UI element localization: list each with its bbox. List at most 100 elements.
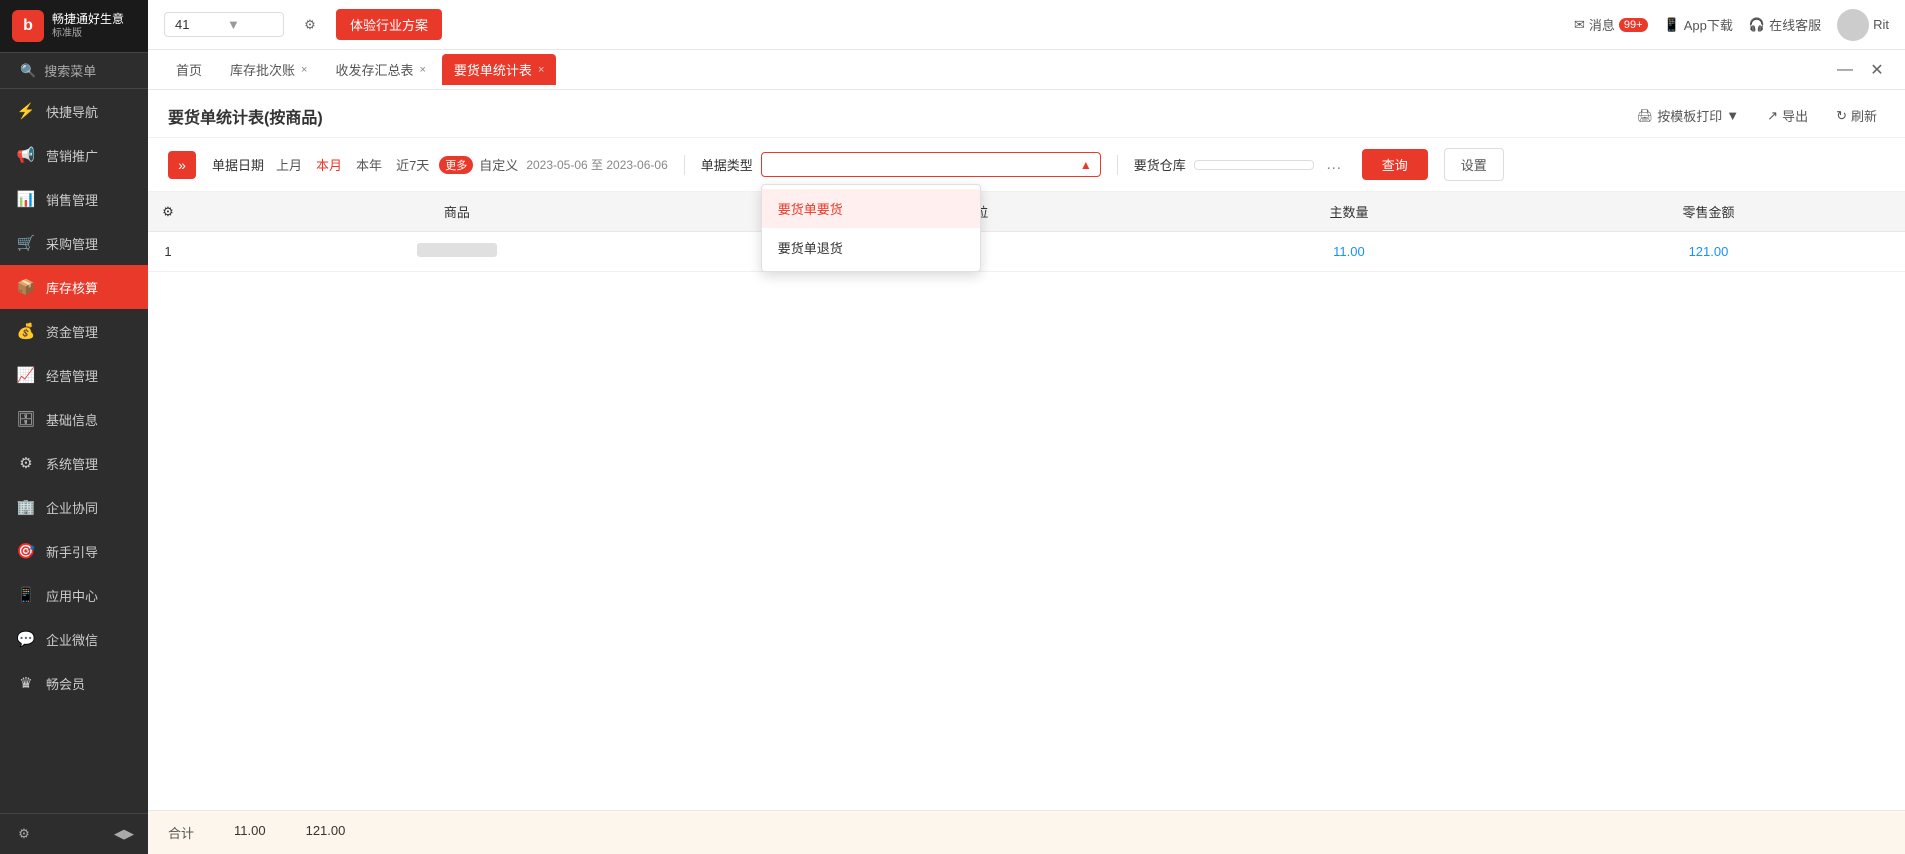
sidebar-item-appstore[interactable]: 📱应用中心 [0, 573, 148, 617]
date-filter-group: 单据日期 上月 本月 本年 近7天 更多 自定义 2023-05-06 至 20… [212, 153, 668, 176]
sales-icon: 📊 [16, 189, 36, 209]
date-range-text: 2023-05-06 至 2023-06-06 [526, 156, 667, 173]
refresh-btn[interactable]: ↻ 刷新 [1828, 102, 1885, 129]
logo-icon: b [12, 10, 44, 42]
shortcut-this-year[interactable]: 本年 [352, 153, 386, 176]
col-product: 商品 [188, 192, 726, 232]
user-name: Rit [1873, 17, 1889, 32]
headset-icon: 🎧 [1749, 17, 1765, 33]
table-footer: 合计 11.00 121.00 [148, 810, 1905, 854]
search-label: 搜索菜单 [44, 61, 96, 80]
setting-btn[interactable]: 设置 [1444, 148, 1504, 181]
custom-date-btn[interactable]: 自定义 [479, 155, 518, 174]
search-menu-item[interactable]: 🔍 搜索菜单 [0, 53, 148, 89]
messages-icon: ✉ [1574, 17, 1585, 33]
print-label: 按模板打印 [1657, 106, 1722, 125]
sidebar: b 畅捷通好生意 标准版 🔍 搜索菜单 ⚡快捷导航📢营销推广📊销售管理🛒采购管理… [0, 0, 148, 854]
footer-quantity-value: 11.00 [234, 823, 266, 842]
more-dates-badge[interactable]: 更多 [439, 156, 473, 174]
marketing-icon: 📢 [16, 145, 36, 165]
guide-icon: 🎯 [16, 541, 36, 561]
user-item[interactable]: Rit [1837, 9, 1889, 41]
tab-receive-summary[interactable]: 收发存汇总表 × [323, 54, 437, 85]
print-template-btn[interactable]: 🖨 按模板打印 ▼ [1629, 102, 1747, 129]
page-header: 要货单统计表(按商品) 🖨 按模板打印 ▼ ↗ 导出 ↻ 刷新 [148, 90, 1905, 137]
tab-receive-summary-close[interactable]: × [419, 64, 425, 76]
col-settings[interactable]: ⚙ [148, 192, 188, 232]
type-input-wrapper[interactable]: ▲ [761, 152, 1101, 177]
inventory-label: 库存核算 [46, 278, 98, 297]
member-label: 畅会员 [46, 674, 85, 693]
table-container: ⚙ 商品 主计量单位 主数量 零售金额 1 块 11.00 121.00 [148, 192, 1905, 810]
sidebar-item-system[interactable]: ⚙系统管理 [0, 441, 148, 485]
quick-nav-icon: ⚡ [16, 101, 36, 121]
guide-label: 新手引导 [46, 542, 98, 561]
shortcut-7days[interactable]: 近7天 [392, 153, 433, 176]
sidebar-item-basic[interactable]: 🗄基础信息 [0, 397, 148, 441]
industry-btn[interactable]: 体验行业方案 [336, 9, 442, 40]
sidebar-item-sales[interactable]: 📊销售管理 [0, 177, 148, 221]
warehouse-input[interactable] [1194, 160, 1314, 170]
cell-amount[interactable]: 121.00 [1512, 232, 1905, 272]
account-selector[interactable]: 41 ▼ [164, 12, 284, 37]
account-value: 41 [175, 17, 221, 32]
sidebar-item-enterprise[interactable]: 🏢企业协同 [0, 485, 148, 529]
topbar-right: ✉ 消息 99+ 📱 App下载 🎧 在线客服 Rit [1574, 9, 1889, 41]
dropdown-item-request[interactable]: 要货单要货 [762, 189, 980, 228]
footer-quantity: 11.00 [234, 823, 266, 842]
app-download-item[interactable]: 📱 App下载 [1664, 15, 1733, 34]
tab-close-all-btn[interactable]: ✕ [1865, 58, 1889, 82]
tab-minimize-btn[interactable]: — [1833, 58, 1857, 82]
enterprise-icon: 🏢 [16, 497, 36, 517]
cell-no: 1 [148, 232, 188, 272]
footer-label: 合计 [168, 823, 194, 842]
tab-inventory-batch[interactable]: 库存批次账 × [218, 54, 319, 85]
type-input[interactable] [770, 157, 1080, 172]
shortcut-this-month[interactable]: 本月 [312, 153, 346, 176]
purchase-label: 采购管理 [46, 234, 98, 253]
refresh-label: 刷新 [1851, 106, 1877, 125]
system-icon: ⚙ [16, 453, 36, 473]
export-label: 导出 [1782, 106, 1808, 125]
tab-order-stats-label: 要货单统计表 [454, 60, 532, 79]
sidebar-item-marketing[interactable]: 📢营销推广 [0, 133, 148, 177]
sidebar-logo: b 畅捷通好生意 标准版 [0, 0, 148, 53]
cell-product [188, 232, 726, 272]
sidebar-item-guide[interactable]: 🎯 新手引导 [0, 529, 148, 573]
shortcut-prev-month[interactable]: 上月 [272, 153, 306, 176]
tabs-bar: 首页 库存批次账 × 收发存汇总表 × 要货单统计表 × — ✕ [148, 50, 1905, 90]
sidebar-item-purchase[interactable]: 🛒采购管理 [0, 221, 148, 265]
tab-home[interactable]: 首页 [164, 54, 214, 85]
topbar: 41 ▼ ⚙ 体验行业方案 ✉ 消息 99+ 📱 App下载 🎧 在线客服 R [148, 0, 1905, 50]
sidebar-item-operations[interactable]: 📈经营管理 [0, 353, 148, 397]
online-service-item[interactable]: 🎧 在线客服 [1749, 15, 1821, 34]
tab-order-stats[interactable]: 要货单统计表 × [442, 54, 556, 85]
sidebar-item-member[interactable]: ♛畅会员 [0, 661, 148, 705]
sidebar-item-quick-nav[interactable]: ⚡快捷导航 [0, 89, 148, 133]
tab-order-stats-close[interactable]: × [538, 64, 544, 76]
dropdown-item-return[interactable]: 要货单退货 [762, 228, 980, 267]
settings-icon[interactable]: ⚙ [14, 824, 34, 844]
cell-quantity[interactable]: 11.00 [1186, 232, 1512, 272]
print-icon: 🖨 [1637, 108, 1654, 124]
tab-home-label: 首页 [176, 60, 202, 79]
sidebar-item-finance[interactable]: 💰资金管理 [0, 309, 148, 353]
page-title: 要货单统计表(按商品) [168, 104, 323, 128]
filter-divider-1 [684, 155, 685, 175]
type-chevron-icon[interactable]: ▲ [1080, 158, 1092, 172]
filter-divider-2 [1117, 155, 1118, 175]
messages-label: 消息 [1589, 15, 1615, 34]
warehouse-filter-group: 要货仓库 … [1134, 152, 1346, 178]
tab-inventory-batch-close[interactable]: × [301, 64, 307, 76]
messages-item[interactable]: ✉ 消息 99+ [1574, 15, 1648, 34]
app-download-label: App下载 [1684, 15, 1733, 34]
filter-more-btn[interactable]: … [1322, 152, 1346, 178]
query-btn[interactable]: 查询 [1362, 149, 1428, 180]
sidebar-item-wechat[interactable]: 💬企业微信 [0, 617, 148, 661]
export-btn[interactable]: ↗ 导出 [1759, 102, 1816, 129]
gear-btn[interactable]: ⚙ [296, 11, 324, 39]
sidebar-item-inventory[interactable]: 📦库存核算 [0, 265, 148, 309]
filter-expand-btn[interactable]: » [168, 151, 196, 179]
search-icon: 🔍 [20, 63, 36, 79]
collapse-btn[interactable]: ◀▶ [114, 824, 134, 844]
